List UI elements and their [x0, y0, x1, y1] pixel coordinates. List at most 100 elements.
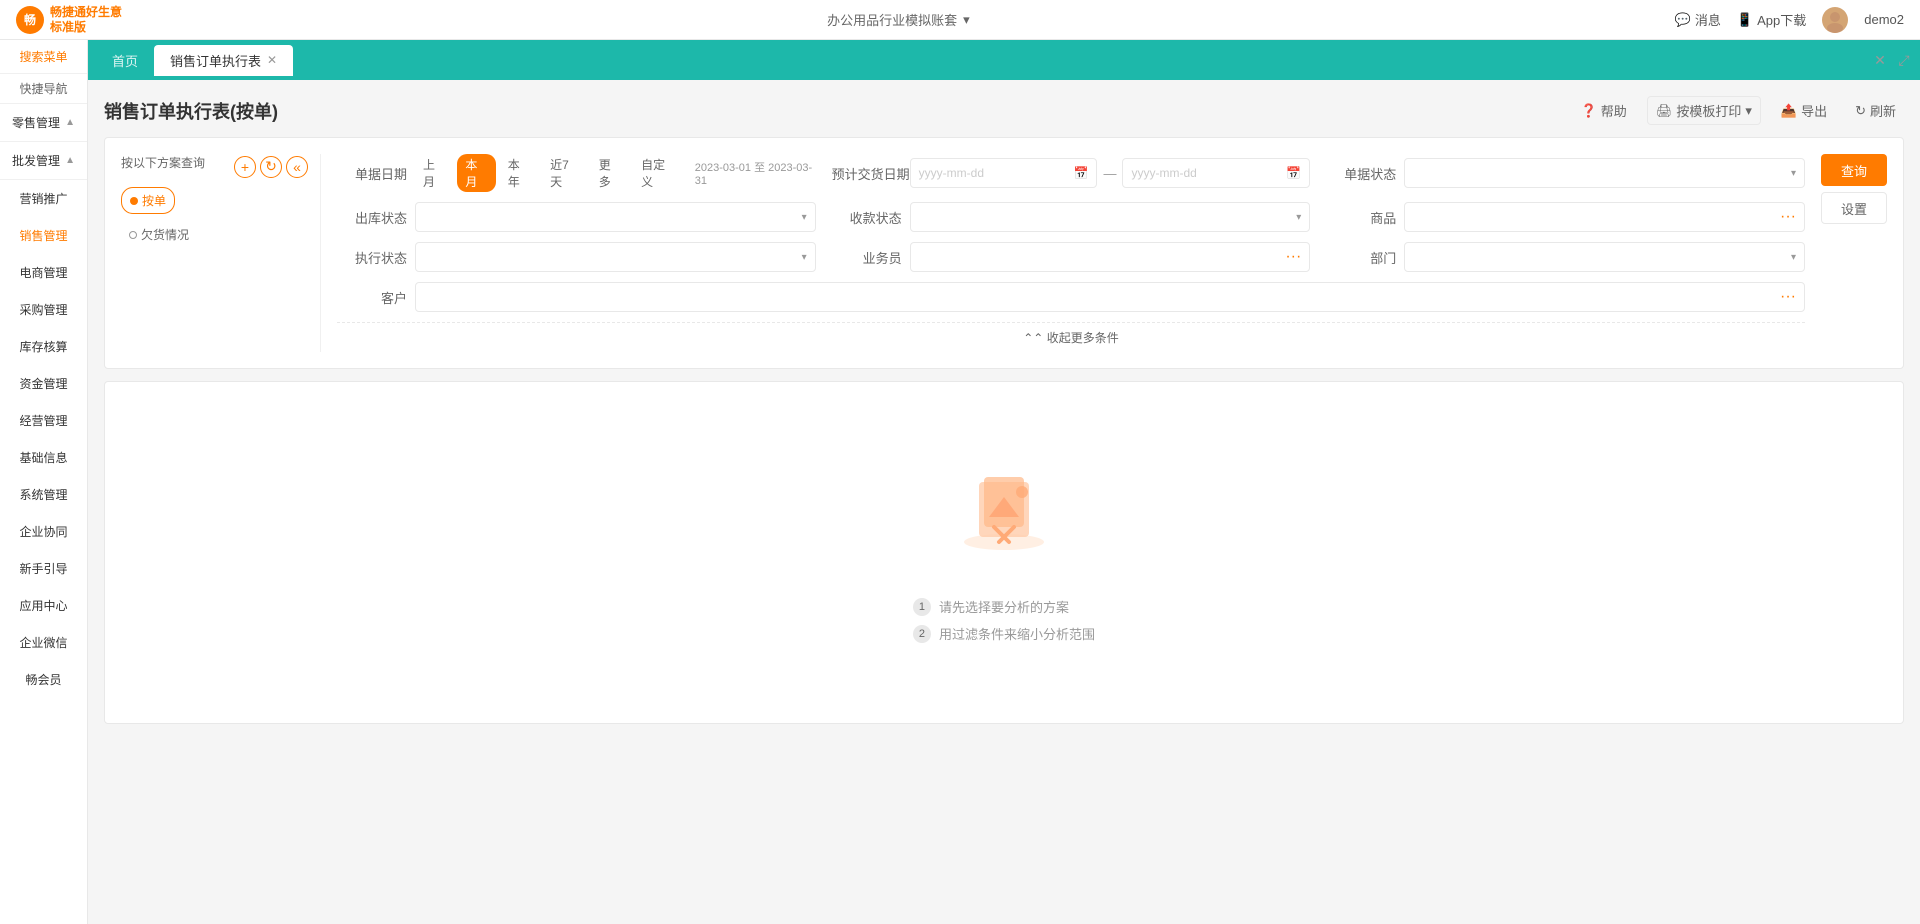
- date-tab-7days[interactable]: 近7天: [542, 154, 587, 192]
- scheme-item-active[interactable]: 按单: [121, 187, 175, 214]
- dept-control[interactable]: ▾: [1404, 242, 1805, 272]
- goods-control[interactable]: ···: [1404, 202, 1805, 232]
- goods-label: 商品: [1326, 208, 1396, 227]
- exec-status-label: 执行状态: [337, 248, 407, 267]
- filter-body: 按以下方案查询 + ↻ « 按单: [121, 154, 1887, 352]
- username-label: demo2: [1864, 12, 1904, 27]
- sidebar-item-system[interactable]: 系统管理: [0, 476, 87, 513]
- sidebar-item-member[interactable]: 畅会员: [0, 661, 87, 698]
- sidebar-item-sales[interactable]: 销售管理: [0, 217, 87, 254]
- tab-home[interactable]: 首页: [96, 45, 154, 76]
- salesman-dots-icon[interactable]: ···: [1285, 248, 1301, 266]
- receive-status-label: 收款状态: [832, 208, 902, 227]
- receive-status-control[interactable]: ▾: [910, 202, 1311, 232]
- scheme-collapse-btn[interactable]: «: [286, 156, 308, 178]
- print-btn[interactable]: 🖨 按模板打印 ▾: [1647, 96, 1761, 125]
- sidebar-item-operations[interactable]: 经营管理: [0, 402, 87, 439]
- tip-num-1: 1: [913, 598, 931, 616]
- print-icon: 🖨: [1656, 103, 1673, 119]
- sidebar-item-ecommerce[interactable]: 电商管理: [0, 254, 87, 291]
- date-tab-last-month[interactable]: 上月: [415, 154, 453, 192]
- out-status-chevron-icon: ▾: [802, 212, 807, 223]
- goods-dots-icon[interactable]: ···: [1780, 208, 1796, 226]
- tab-sales-order[interactable]: 销售订单执行表 ✕: [154, 45, 293, 76]
- tab-close-icon[interactable]: ✕: [267, 53, 277, 67]
- sidebar-item-inventory[interactable]: 库存核算: [0, 328, 87, 365]
- export-btn[interactable]: 📤 导出: [1773, 97, 1835, 124]
- refresh-btn[interactable]: ↻ 刷新: [1847, 97, 1904, 124]
- status-control[interactable]: ▾: [1404, 158, 1805, 188]
- customer-control[interactable]: ···: [415, 282, 1805, 312]
- sidebar: 搜索菜单 快捷导航 零售管理 ▲ 批发管理 ▲ 营销推广 销售管理 电商管理 采: [0, 40, 88, 924]
- calendar-icon-2: 📅: [1286, 166, 1301, 180]
- exec-status-control[interactable]: ▾: [415, 242, 816, 272]
- sidebar-item-basics[interactable]: 基础信息: [0, 439, 87, 476]
- sidebar-item-finance[interactable]: 资金管理: [0, 365, 87, 402]
- collapse-bar[interactable]: ⌃⌃ 收起更多条件: [337, 322, 1805, 352]
- date-label: 单据日期: [337, 164, 407, 183]
- action-buttons: 查询 设置: [1821, 154, 1887, 352]
- user-avatar[interactable]: [1822, 7, 1848, 33]
- scheme-controls: + ↻ «: [234, 156, 308, 178]
- salesman-label: 业务员: [832, 248, 902, 267]
- filter-item-out-status: 出库状态 ▾: [337, 202, 816, 232]
- forecast-date-from[interactable]: yyyy-mm-dd 📅: [910, 158, 1098, 188]
- sidebar-item-retail[interactable]: 零售管理 ▲: [0, 104, 87, 141]
- phone-icon: 📱: [1737, 12, 1753, 28]
- scheme-panel-title: 按以下方案查询: [121, 154, 205, 171]
- sidebar-section-wholesale: 批发管理 ▲: [0, 142, 87, 180]
- status-chevron-icon: ▾: [1791, 168, 1796, 179]
- customer-dots-icon[interactable]: ···: [1780, 288, 1796, 306]
- sidebar-item-marketing[interactable]: 营销推广: [0, 180, 87, 217]
- export-icon: 📤: [1781, 103, 1797, 119]
- sidebar-search[interactable]: 搜索菜单: [0, 40, 87, 74]
- filter-row-4: 客户 ···: [337, 282, 1805, 312]
- sidebar-quick-nav[interactable]: 快捷导航: [0, 74, 87, 104]
- sidebar-item-wechat[interactable]: 企业微信: [0, 624, 87, 661]
- logo-icon: 畅: [16, 6, 44, 34]
- query-btn[interactable]: 查询: [1821, 154, 1887, 186]
- out-status-label: 出库状态: [337, 208, 407, 227]
- out-status-control[interactable]: ▾: [415, 202, 816, 232]
- calendar-icon: 📅: [1074, 166, 1089, 180]
- window-close-btn[interactable]: ✕: [1872, 52, 1888, 68]
- sidebar-item-wholesale[interactable]: 批发管理 ▲: [0, 142, 87, 179]
- salesman-control[interactable]: ···: [910, 242, 1311, 272]
- date-tab-more[interactable]: 更多: [591, 154, 629, 192]
- date-tab-this-month[interactable]: 本月: [457, 154, 495, 192]
- help-btn[interactable]: ❓ 帮助: [1573, 97, 1635, 124]
- app-download-btn[interactable]: 📱 App下载: [1737, 10, 1806, 29]
- sidebar-item-app-center[interactable]: 应用中心: [0, 587, 87, 624]
- logo-area: 畅 畅捷通好生意 标准版: [16, 5, 122, 34]
- wholesale-collapse-icon: ▲: [65, 155, 75, 166]
- help-icon: ❓: [1581, 103, 1597, 119]
- scheme-add-btn[interactable]: +: [234, 156, 256, 178]
- empty-tip-2: 2 用过滤条件来缩小分析范围: [913, 624, 1095, 643]
- filter-item-forecast-date: 预计交货日期 yyyy-mm-dd 📅 — yyyy-mm-d: [832, 158, 1311, 188]
- empty-tips: 1 请先选择要分析的方案 2 用过滤条件来缩小分析范围: [913, 597, 1095, 643]
- window-maximize-btn[interactable]: ⤢: [1896, 52, 1912, 68]
- filter-item-receive-status: 收款状态 ▾: [832, 202, 1311, 232]
- retail-collapse-icon: ▲: [65, 117, 75, 128]
- filter-item-goods: 商品 ···: [1326, 202, 1805, 232]
- status-label: 单据状态: [1326, 164, 1396, 183]
- sidebar-item-enterprise[interactable]: 企业协同: [0, 513, 87, 550]
- company-selector[interactable]: 办公用品行业模拟账套 ▾: [827, 10, 970, 29]
- date-tab-custom[interactable]: 自定义: [633, 154, 683, 192]
- scheme-refresh-btn[interactable]: ↻: [260, 156, 282, 178]
- forecast-date-label: 预计交货日期: [832, 164, 902, 183]
- filter-item-exec-status: 执行状态 ▾: [337, 242, 816, 272]
- settings-btn[interactable]: 设置: [1821, 192, 1887, 224]
- dept-chevron-icon: ▾: [1791, 252, 1796, 263]
- sidebar-item-purchase[interactable]: 采购管理: [0, 291, 87, 328]
- forecast-date-to[interactable]: yyyy-mm-dd 📅: [1122, 158, 1310, 188]
- top-bar-right: 💬 消息 📱 App下载 demo2: [1675, 7, 1904, 33]
- date-tab-this-year[interactable]: 本年: [500, 154, 538, 192]
- filter-rows: 单据日期 上月 本月: [337, 154, 1805, 352]
- sidebar-item-guide[interactable]: 新手引导: [0, 550, 87, 587]
- sub-scheme-dot: [129, 231, 137, 239]
- scheme-sub-item[interactable]: 欠货情况: [121, 220, 308, 249]
- filter-scheme-panel: 按以下方案查询 + ↻ « 按单: [121, 154, 321, 352]
- message-btn[interactable]: 💬 消息: [1675, 10, 1721, 29]
- filter-item-salesman: 业务员 ···: [832, 242, 1311, 272]
